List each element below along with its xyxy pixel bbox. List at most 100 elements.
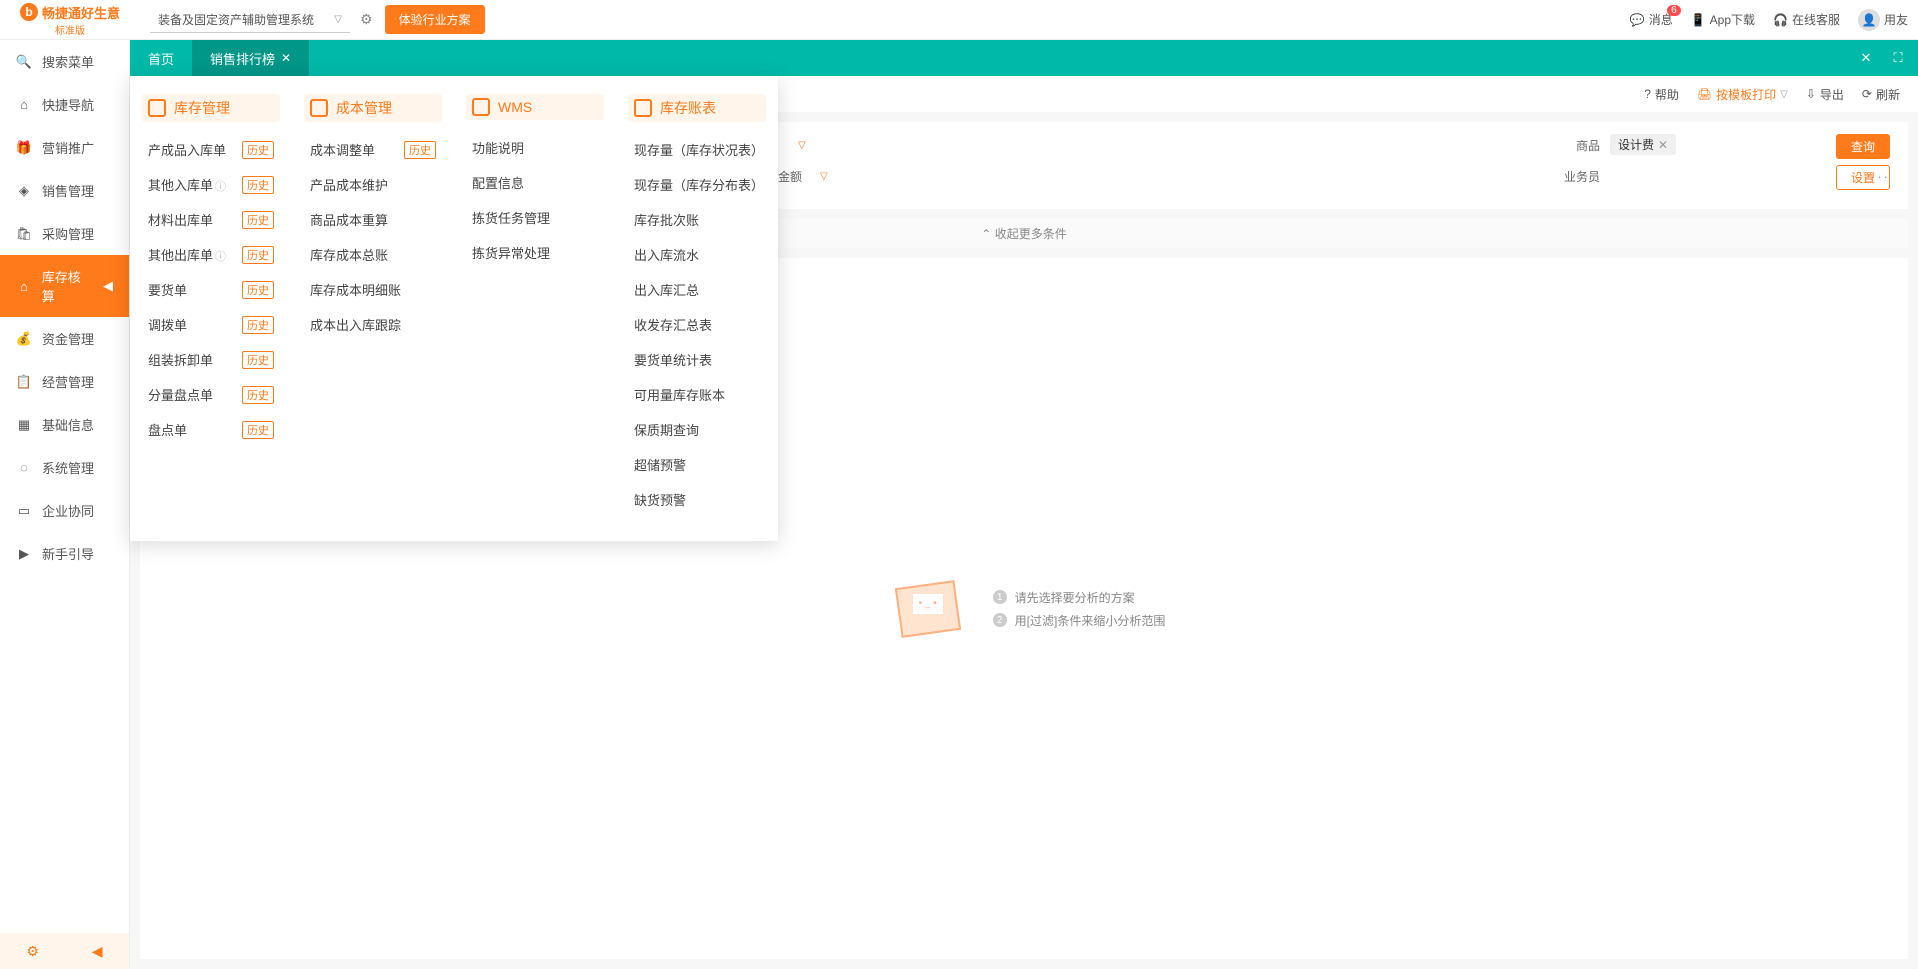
message-button[interactable]: 💬 消息 6 [1630, 11, 1673, 28]
chevron-down-icon[interactable]: ▽ [798, 140, 806, 151]
mega-menu-item[interactable]: 功能说明 [466, 130, 604, 165]
sidebar-item-7[interactable]: 📋经营管理 [0, 360, 129, 403]
section-title: 库存账表 [660, 98, 716, 118]
info-icon: ⓘ [215, 181, 226, 193]
mega-menu-item[interactable]: 组装拆卸单历史 [142, 342, 280, 377]
sidebar-item-1[interactable]: ⌂快捷导航 [0, 83, 129, 126]
print-icon: 🖨 [1697, 87, 1712, 101]
sidebar-label: 企业协同 [42, 501, 94, 520]
close-all-icon[interactable]: ✕ [1856, 48, 1876, 68]
mega-menu-item[interactable]: 调拨单历史 [142, 307, 280, 342]
mega-item-label: 要货单统计表 [634, 350, 712, 369]
mega-menu-item[interactable]: 其他出库单ⓘ 历史 [142, 237, 280, 272]
close-icon[interactable]: ✕ [281, 51, 291, 65]
mega-menu-item[interactable]: 产成品入库单历史 [142, 132, 280, 167]
app-download-label: App下载 [1710, 11, 1755, 28]
mega-menu-item[interactable]: 要货单统计表 [628, 342, 766, 377]
mega-menu-item[interactable]: 库存成本明细账 [304, 272, 442, 307]
mega-menu-item[interactable]: 分量盘点单历史 [142, 377, 280, 412]
history-tag[interactable]: 历史 [242, 386, 274, 404]
history-tag[interactable]: 历史 [242, 351, 274, 369]
sidebar-item-3[interactable]: ◈销售管理 [0, 169, 129, 212]
mega-menu-item[interactable]: 缺货预警 [628, 482, 766, 517]
system-select-label: 装备及固定资产辅助管理系统 [158, 11, 314, 28]
history-tag[interactable]: 历史 [242, 316, 274, 334]
mega-item-label: 可用量库存账本 [634, 385, 725, 404]
settings-button[interactable]: 设置 [1836, 165, 1890, 190]
mega-menu-item[interactable]: 其他入库单ⓘ历史 [142, 167, 280, 202]
sidebar-footer: ⚙ ◀ [0, 933, 129, 969]
mega-item-label: 保质期查询 [634, 420, 699, 439]
mega-item-label: 库存成本明细账 [310, 280, 401, 299]
sidebar-item-8[interactable]: ▦基础信息 [0, 403, 129, 446]
empty-steps: 1请先选择要分析的方案 2用[过滤]条件来缩小分析范围 [993, 583, 1166, 635]
fullscreen-icon[interactable]: ⛶ [1888, 48, 1908, 68]
chevron-down-icon[interactable]: ▽ [820, 171, 828, 182]
chip-remove-icon[interactable]: ✕ [1658, 138, 1668, 152]
mega-item-label: 其他出库单ⓘ [148, 245, 226, 264]
mega-item-label: 出入库汇总 [634, 280, 699, 299]
mega-menu-item[interactable]: 商品成本重算 [304, 202, 442, 237]
goods-chip[interactable]: 设计费 ✕ [1610, 134, 1676, 155]
sidebar-item-6[interactable]: 💰资金管理 [0, 317, 129, 360]
sidebar-item-9[interactable]: ◌系统管理 [0, 446, 129, 489]
sidebar-icon: ◈ [16, 183, 32, 199]
history-tag[interactable]: 历史 [242, 246, 274, 264]
tab-sales-ranking[interactable]: 销售排行榜 ✕ [192, 40, 309, 76]
mega-menu-item[interactable]: 产品成本维护 [304, 167, 442, 202]
mega-menu-item[interactable]: 现存量（库存状况表） [628, 132, 766, 167]
mega-menu-item[interactable]: 收发存汇总表 [628, 307, 766, 342]
sidebar-item-11[interactable]: ▶新手引导 [0, 532, 129, 575]
refresh-button[interactable]: ⟳ 刷新 [1862, 86, 1900, 103]
industry-plan-button[interactable]: 体验行业方案 [385, 5, 485, 34]
sidebar-icon: ⌂ [16, 97, 32, 112]
history-tag[interactable]: 历史 [242, 176, 274, 194]
refresh-label: 刷新 [1876, 86, 1900, 103]
phone-icon: 📱 [1691, 13, 1706, 27]
tab-active-label: 销售排行榜 [210, 49, 275, 68]
mega-menu-item[interactable]: 材料出库单历史 [142, 202, 280, 237]
history-tag[interactable]: 历史 [242, 141, 274, 159]
mega-menu-item[interactable]: 库存批次账 [628, 202, 766, 237]
print-template-button[interactable]: 🖨 按模板打印 ▽ [1697, 86, 1788, 103]
mega-item-label: 产品成本维护 [310, 175, 388, 194]
mega-menu-item[interactable]: 拣货异常处理 [466, 235, 604, 270]
system-select[interactable]: 装备及固定资产辅助管理系统 ▽ [150, 7, 350, 33]
mega-menu-item[interactable]: 出入库流水 [628, 237, 766, 272]
mega-menu-item[interactable]: 成本出入库跟踪 [304, 307, 442, 342]
collapse-sidebar-icon[interactable]: ◀ [92, 943, 103, 960]
mega-menu-item[interactable]: 成本调整单历史 [304, 132, 442, 167]
history-tag[interactable]: 历史 [404, 141, 436, 159]
mega-menu-item[interactable]: 配置信息 [466, 165, 604, 200]
section-title: WMS [498, 99, 532, 115]
sidebar-item-2[interactable]: 🎁营销推广 [0, 126, 129, 169]
mega-menu-item[interactable]: 拣货任务管理 [466, 200, 604, 235]
sidebar-item-5[interactable]: ⌂库存核算◀ [0, 255, 129, 317]
gear-icon[interactable]: ⚙ [360, 11, 373, 28]
history-tag[interactable]: 历史 [242, 421, 274, 439]
mega-menu-item[interactable]: 保质期查询 [628, 412, 766, 447]
help-button[interactable]: ? 帮助 [1644, 86, 1679, 103]
export-button[interactable]: ⇩ 导出 [1806, 86, 1844, 103]
sidebar-icon: ⌂ [16, 279, 32, 294]
mega-menu-item[interactable]: 可用量库存账本 [628, 377, 766, 412]
mega-menu-item[interactable]: 库存成本总账 [304, 237, 442, 272]
user-menu[interactable]: 👤 用友 [1858, 9, 1908, 31]
sidebar-item-4[interactable]: 🛍采购管理 [0, 212, 129, 255]
app-download-button[interactable]: 📱 App下载 [1691, 11, 1755, 28]
mega-menu-item[interactable]: 现存量（库存分布表） [628, 167, 766, 202]
settings-gear-icon[interactable]: ⚙ [26, 943, 39, 960]
mega-menu-item[interactable]: 出入库汇总 [628, 272, 766, 307]
tab-home[interactable]: 首页 [130, 40, 192, 76]
mega-menu-item[interactable]: 要货单历史 [142, 272, 280, 307]
sidebar-item-10[interactable]: ▭企业协同 [0, 489, 129, 532]
step1-text: 请先选择要分析的方案 [1015, 589, 1135, 606]
support-button[interactable]: 🎧 在线客服 [1773, 11, 1840, 28]
history-tag[interactable]: 历史 [242, 281, 274, 299]
query-button[interactable]: 查询 [1836, 134, 1890, 159]
history-tag[interactable]: 历史 [242, 211, 274, 229]
mega-menu-item[interactable]: 盘点单历史 [142, 412, 280, 447]
mega-menu-item[interactable]: 超储预警 [628, 447, 766, 482]
headset-icon: 🎧 [1773, 13, 1788, 27]
sidebar-item-0[interactable]: 🔍搜索菜单 [0, 40, 129, 83]
